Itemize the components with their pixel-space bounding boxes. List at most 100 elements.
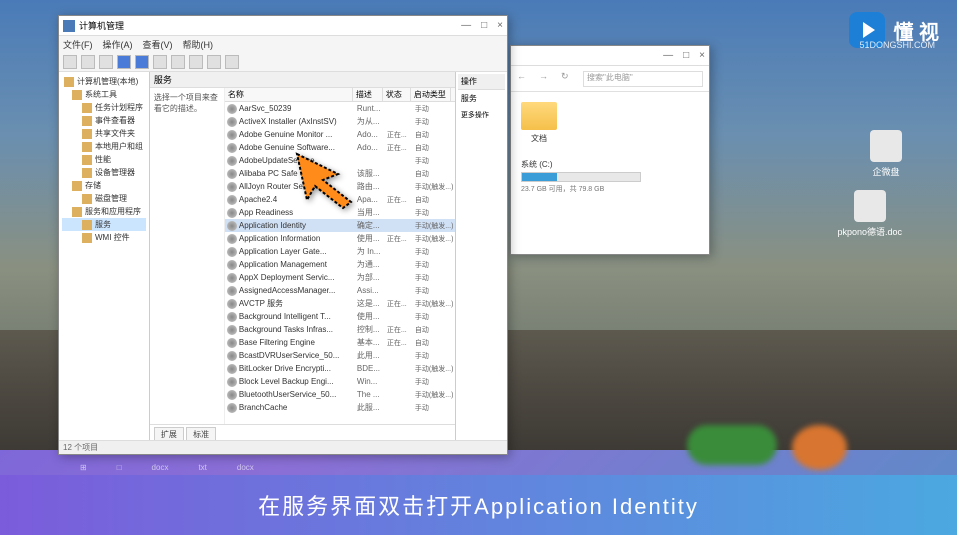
service-row[interactable]: AVCTP 服务 这是... 正在... 手动(触发...) bbox=[225, 297, 455, 310]
brand-url: 51DONGSHI.COM bbox=[859, 40, 935, 50]
tree-root[interactable]: 计算机管理(本地) bbox=[62, 75, 146, 88]
refresh-icon[interactable]: ↻ bbox=[561, 71, 577, 87]
service-row[interactable]: Application Layer Gate... 为 In... 手动 bbox=[225, 245, 455, 258]
tb-up[interactable] bbox=[99, 55, 113, 69]
menu-view[interactable]: 查看(V) bbox=[143, 38, 173, 51]
close-button[interactable]: × bbox=[497, 20, 503, 31]
search-input[interactable]: 搜索"此电脑" bbox=[583, 71, 703, 87]
tb-refresh[interactable] bbox=[117, 55, 131, 69]
tree-shared-folders[interactable]: 共享文件夹 bbox=[62, 127, 146, 140]
tree-services[interactable]: 服务 bbox=[62, 218, 146, 231]
gear-icon bbox=[227, 234, 237, 244]
gear-icon bbox=[227, 403, 237, 413]
service-row[interactable]: AssignedAccessManager... Assi... 手动 bbox=[225, 284, 455, 297]
close-button[interactable]: × bbox=[699, 50, 705, 61]
gear-icon bbox=[227, 169, 237, 179]
gear-icon bbox=[227, 364, 237, 374]
taskbar-item[interactable]: □ bbox=[117, 463, 122, 472]
taskbar-item[interactable]: docx bbox=[152, 463, 169, 472]
service-row[interactable]: BluetoothUserService_50... The ... 手动(触发… bbox=[225, 388, 455, 401]
explorer-titlebar[interactable]: — □ × bbox=[511, 46, 709, 66]
service-row[interactable]: Application Management 为通... 手动 bbox=[225, 258, 455, 271]
service-row[interactable]: Adobe Genuine Monitor ... Ado... 正在... 自… bbox=[225, 128, 455, 141]
service-row[interactable]: BcastDVRUserService_50... 此用... 手动 bbox=[225, 349, 455, 362]
tb-stop[interactable] bbox=[189, 55, 203, 69]
gear-icon bbox=[227, 286, 237, 296]
service-row[interactable]: BitLocker Drive Encrypti... BDE... 手动(触发… bbox=[225, 362, 455, 375]
subtitle-text: 在服务界面双击打开Application Identity bbox=[258, 489, 699, 521]
gear-icon bbox=[227, 208, 237, 218]
gear-icon bbox=[227, 351, 237, 361]
minimize-button[interactable]: — bbox=[663, 50, 673, 61]
forward-button[interactable]: → bbox=[539, 71, 555, 87]
tree-services-apps[interactable]: 服务和应用程序 bbox=[62, 205, 146, 218]
tb-pause[interactable] bbox=[207, 55, 221, 69]
service-row[interactable]: Background Tasks Infras... 控制... 正在... 自… bbox=[225, 323, 455, 336]
tb-restart[interactable] bbox=[225, 55, 239, 69]
gear-icon bbox=[227, 182, 237, 192]
maximize-button[interactable]: □ bbox=[481, 20, 487, 31]
service-row[interactable]: Base Filtering Engine 基本... 正在... 自动 bbox=[225, 336, 455, 349]
tree-pane: 计算机管理(本地) 系统工具 任务计划程序 事件查看器 共享文件夹 本地用户和组… bbox=[59, 72, 150, 440]
desktop-icon-doc[interactable]: pkpono德语.doc bbox=[837, 190, 902, 238]
computer-management-window: 计算机管理 — □ × 文件(F) 操作(A) 查看(V) 帮助(H) 计算机管… bbox=[58, 15, 508, 455]
menu-help[interactable]: 帮助(H) bbox=[183, 38, 214, 51]
tb-export[interactable] bbox=[135, 55, 149, 69]
gear-icon bbox=[227, 117, 237, 127]
minimize-button[interactable]: — bbox=[461, 20, 471, 31]
tree-event-viewer[interactable]: 事件查看器 bbox=[62, 114, 146, 127]
gear-icon bbox=[227, 221, 237, 231]
service-row[interactable]: ActiveX Installer (AxInstSV) 为从... 手动 bbox=[225, 115, 455, 128]
desktop-icon-cloud[interactable]: 企微盘 bbox=[870, 130, 902, 178]
service-row[interactable]: AarSvc_50239 Runt... 手动 bbox=[225, 102, 455, 115]
subtitle-bar: 在服务界面双击打开Application Identity bbox=[0, 475, 957, 535]
tb-play[interactable] bbox=[171, 55, 185, 69]
explorer-window: — □ × ← → ↻ 搜索"此电脑" 文档 系统 (C:) 23.7 GB 可… bbox=[510, 45, 710, 255]
taskbar-item[interactable]: ⊞ bbox=[80, 463, 87, 472]
tree-storage[interactable]: 存储 bbox=[62, 179, 146, 192]
maximize-button[interactable]: □ bbox=[683, 50, 689, 61]
gear-icon bbox=[227, 299, 237, 309]
drive-c[interactable]: 系统 (C:) 23.7 GB 可用，共 79.8 GB bbox=[521, 159, 699, 194]
gear-icon bbox=[227, 130, 237, 140]
tree-performance[interactable]: 性能 bbox=[62, 153, 146, 166]
tree-local-users[interactable]: 本地用户和组 bbox=[62, 140, 146, 153]
back-button[interactable]: ← bbox=[517, 71, 533, 87]
service-row[interactable]: Application Information 使用... 正在... 手动(触… bbox=[225, 232, 455, 245]
service-row[interactable]: Block Level Backup Engi... Win... 手动 bbox=[225, 375, 455, 388]
tb-forward[interactable] bbox=[81, 55, 95, 69]
gear-icon bbox=[227, 247, 237, 257]
tree-device-manager[interactable]: 设备管理器 bbox=[62, 166, 146, 179]
taskbar-item[interactable]: docx bbox=[237, 463, 254, 472]
gear-icon bbox=[227, 377, 237, 387]
actions-svc[interactable]: 服务 bbox=[458, 90, 505, 107]
tree-task-scheduler[interactable]: 任务计划程序 bbox=[62, 101, 146, 114]
column-headers[interactable]: 名称 描述 状态 启动类型 bbox=[225, 88, 455, 102]
taskbar-item[interactable]: txt bbox=[198, 463, 206, 472]
tb-help[interactable] bbox=[153, 55, 167, 69]
actions-more[interactable]: 更多操作 bbox=[458, 107, 505, 123]
menu-action[interactable]: 操作(A) bbox=[103, 38, 133, 51]
tutorial-arrow-icon bbox=[293, 150, 368, 217]
drive-usage-bar bbox=[521, 172, 641, 182]
toolbar bbox=[59, 52, 507, 72]
gear-icon bbox=[227, 273, 237, 283]
service-row[interactable]: Application Identity 确定... 手动(触发...) bbox=[225, 219, 455, 232]
service-row[interactable]: Background Intelligent T... 使用... 手动 bbox=[225, 310, 455, 323]
gear-icon bbox=[227, 338, 237, 348]
gear-icon bbox=[227, 390, 237, 400]
tree-wmi[interactable]: WMI 控件 bbox=[62, 231, 146, 244]
tree-system-tools[interactable]: 系统工具 bbox=[62, 88, 146, 101]
menu-file[interactable]: 文件(F) bbox=[63, 38, 93, 51]
mmc-icon bbox=[63, 20, 75, 32]
tab-extended[interactable]: 扩展 bbox=[154, 427, 184, 440]
service-row[interactable]: AppX Deployment Servic... 为部... 手动 bbox=[225, 271, 455, 284]
tree-disk-mgmt[interactable]: 磁盘管理 bbox=[62, 192, 146, 205]
pane-header: 服务 bbox=[150, 72, 455, 88]
mmc-titlebar[interactable]: 计算机管理 — □ × bbox=[59, 16, 507, 36]
service-row[interactable]: BranchCache 此服... 手动 bbox=[225, 401, 455, 414]
tb-back[interactable] bbox=[63, 55, 77, 69]
gear-icon bbox=[227, 195, 237, 205]
folder-documents[interactable]: 文档 bbox=[521, 102, 557, 144]
tab-standard[interactable]: 标准 bbox=[186, 427, 216, 440]
